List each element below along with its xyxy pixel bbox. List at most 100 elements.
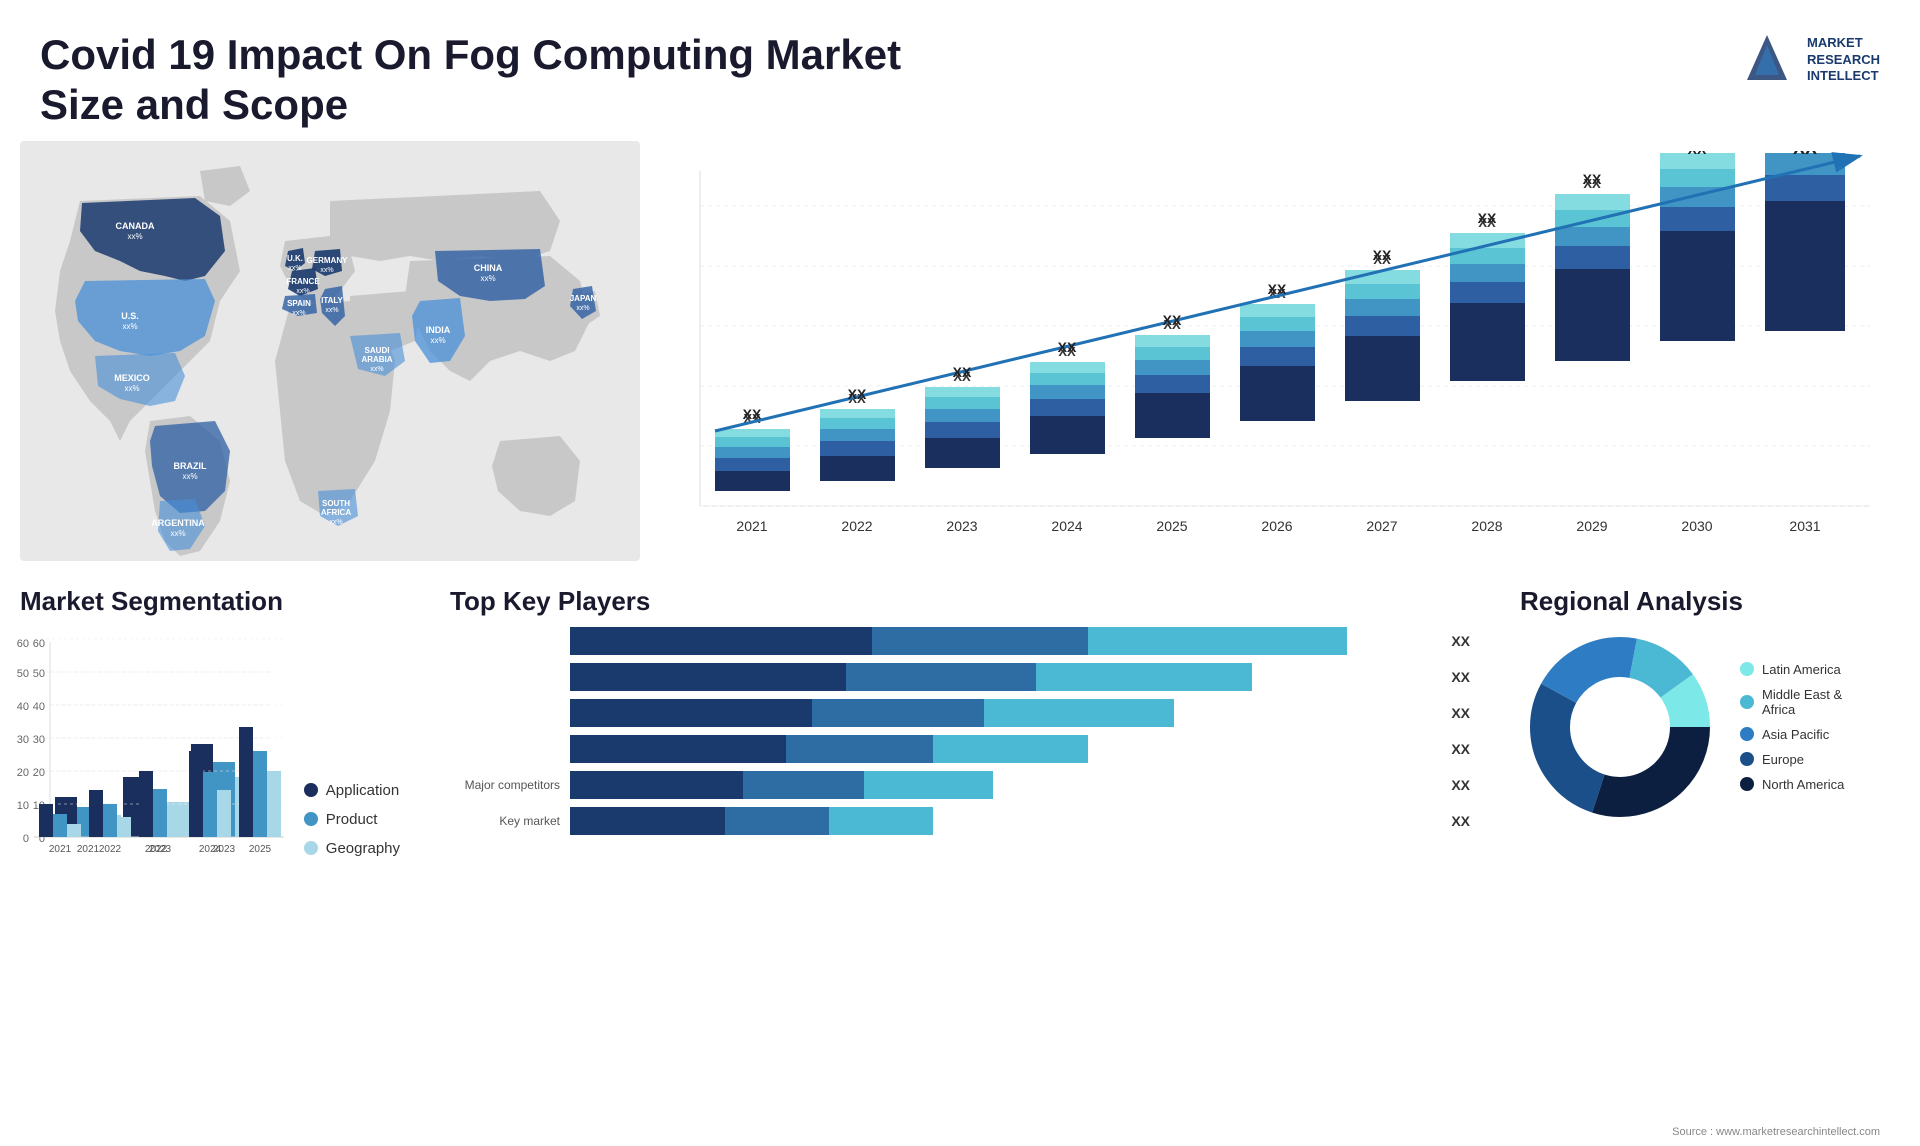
- svg-text:2027: 2027: [1366, 518, 1397, 534]
- geography-dot: [304, 841, 318, 855]
- svg-text:30: 30: [16, 734, 28, 746]
- legend-middle-east-africa: Middle East &Africa: [1740, 687, 1844, 717]
- svg-text:60: 60: [16, 638, 28, 650]
- player-row-1: XX: [450, 627, 1470, 655]
- svg-text:ARABIA: ARABIA: [361, 355, 392, 364]
- svg-text:XX: XX: [1688, 151, 1707, 157]
- player-row-5: Major competitors XX: [450, 771, 1470, 799]
- svg-text:XX: XX: [1583, 171, 1602, 187]
- legend-north-america: North America: [1740, 777, 1844, 792]
- svg-text:XX: XX: [743, 406, 762, 422]
- svg-text:ARGENTINA: ARGENTINA: [151, 518, 205, 528]
- svg-text:xx%: xx%: [288, 265, 301, 272]
- legend-asia-pacific: Asia Pacific: [1740, 727, 1844, 742]
- player-bar-6: [570, 807, 1433, 835]
- player-label-6: Key market: [450, 814, 560, 828]
- svg-text:2022: 2022: [98, 844, 121, 855]
- svg-text:2024: 2024: [1051, 518, 1082, 534]
- middle-east-africa-dot: [1740, 695, 1754, 709]
- bar-chart-section: 2021 XX 2022 XX 2023 XX 2024: [640, 141, 1920, 576]
- player-bar-4: [570, 735, 1433, 763]
- player-row-2: XX: [450, 663, 1470, 691]
- seg-chart-proper: 0 10 20 30 40 50 60 2021: [9, 627, 284, 857]
- svg-text:xx%: xx%: [124, 384, 139, 393]
- svg-text:XX: XX: [1478, 210, 1497, 226]
- canada-label: CANADA: [116, 221, 155, 231]
- svg-text:xx%: xx%: [170, 529, 185, 538]
- svg-text:XX: XX: [1268, 281, 1287, 297]
- regional-content: Latin America Middle East &Africa Asia P…: [1520, 627, 1900, 827]
- svg-text:SPAIN: SPAIN: [287, 299, 311, 308]
- svg-text:FRANCE: FRANCE: [286, 277, 320, 286]
- svg-text:xx%: xx%: [576, 305, 589, 312]
- svg-text:2024: 2024: [198, 844, 221, 855]
- svg-text:40: 40: [16, 701, 28, 713]
- svg-text:0: 0: [22, 833, 28, 845]
- legend-application: Application: [304, 782, 400, 799]
- svg-text:INDIA: INDIA: [426, 325, 451, 335]
- product-dot: [304, 812, 318, 826]
- logo-icon: [1737, 30, 1797, 90]
- player-row-4: XX: [450, 735, 1470, 763]
- page-title: Covid 19 Impact On Fog Computing Market …: [40, 30, 940, 131]
- world-map-section: CANADA xx% U.S. xx% MEXICO xx% BRAZIL xx…: [20, 141, 640, 561]
- svg-text:BRAZIL: BRAZIL: [174, 461, 207, 471]
- svg-text:XX: XX: [1058, 339, 1077, 355]
- regional-section: Regional Analysis: [1520, 586, 1900, 857]
- regional-title: Regional Analysis: [1520, 586, 1900, 617]
- player-bar-1: [570, 627, 1433, 655]
- svg-text:XX: XX: [1793, 151, 1817, 158]
- logo-text: MARKET RESEARCH INTELLECT: [1807, 35, 1880, 86]
- svg-text:2028: 2028: [1471, 518, 1502, 534]
- player-row-6: Key market XX: [450, 807, 1470, 835]
- svg-text:2021: 2021: [736, 518, 767, 534]
- header: Covid 19 Impact On Fog Computing Market …: [0, 0, 1920, 141]
- svg-text:50: 50: [16, 668, 28, 680]
- player-bar-3: [570, 699, 1433, 727]
- donut-svg: [1520, 627, 1720, 827]
- svg-text:2022: 2022: [841, 518, 872, 534]
- seg-chart-container: 0 10 20 30 40 50 60 2021: [20, 627, 400, 857]
- north-america-dot: [1740, 777, 1754, 791]
- svg-text:xx%: xx%: [480, 274, 495, 283]
- svg-text:XX: XX: [1163, 312, 1182, 328]
- player-label-5: Major competitors: [450, 778, 560, 792]
- svg-text:xx%: xx%: [325, 307, 338, 314]
- svg-text:20: 20: [16, 767, 28, 779]
- legend-latin-america: Latin America: [1740, 662, 1844, 677]
- legend-product: Product: [304, 811, 400, 828]
- svg-text:xx%: xx%: [430, 336, 445, 345]
- svg-text:xx%: xx%: [329, 519, 342, 526]
- svg-text:2023: 2023: [148, 844, 171, 855]
- source-text: Source : www.marketresearchintellect.com: [1672, 1126, 1880, 1138]
- svg-text:XX: XX: [1373, 247, 1392, 263]
- svg-text:xx%: xx%: [292, 310, 305, 317]
- svg-text:2031: 2031: [1789, 518, 1820, 534]
- svg-text:SOUTH: SOUTH: [322, 499, 350, 508]
- svg-text:XX: XX: [848, 386, 867, 402]
- svg-text:2030: 2030: [1681, 518, 1712, 534]
- legend-geography: Geography: [304, 840, 400, 857]
- svg-text:xx%: xx%: [320, 267, 333, 274]
- svg-text:U.K.: U.K.: [287, 254, 303, 263]
- segmentation-legend: Application Product Geography: [304, 782, 400, 857]
- svg-text:2029: 2029: [1576, 518, 1607, 534]
- legend-europe: Europe: [1740, 752, 1844, 767]
- players-section: Top Key Players XX XX: [420, 586, 1500, 857]
- svg-text:10: 10: [16, 800, 28, 812]
- svg-text:xx%: xx%: [127, 232, 142, 241]
- svg-text:SAUDI: SAUDI: [365, 346, 390, 355]
- svg-text:2026: 2026: [1261, 518, 1292, 534]
- application-dot: [304, 783, 318, 797]
- latin-america-dot: [1740, 662, 1754, 676]
- player-row-3: XX: [450, 699, 1470, 727]
- player-bar-2: [570, 663, 1433, 691]
- players-title: Top Key Players: [450, 586, 1470, 617]
- svg-text:xx%: xx%: [370, 366, 383, 373]
- svg-text:MEXICO: MEXICO: [114, 373, 150, 383]
- europe-dot: [1740, 752, 1754, 766]
- logo: MARKET RESEARCH INTELLECT: [1737, 30, 1880, 90]
- asia-pacific-dot: [1740, 727, 1754, 741]
- players-chart: XX XX XX: [450, 627, 1470, 835]
- player-bar-5: [570, 771, 1433, 799]
